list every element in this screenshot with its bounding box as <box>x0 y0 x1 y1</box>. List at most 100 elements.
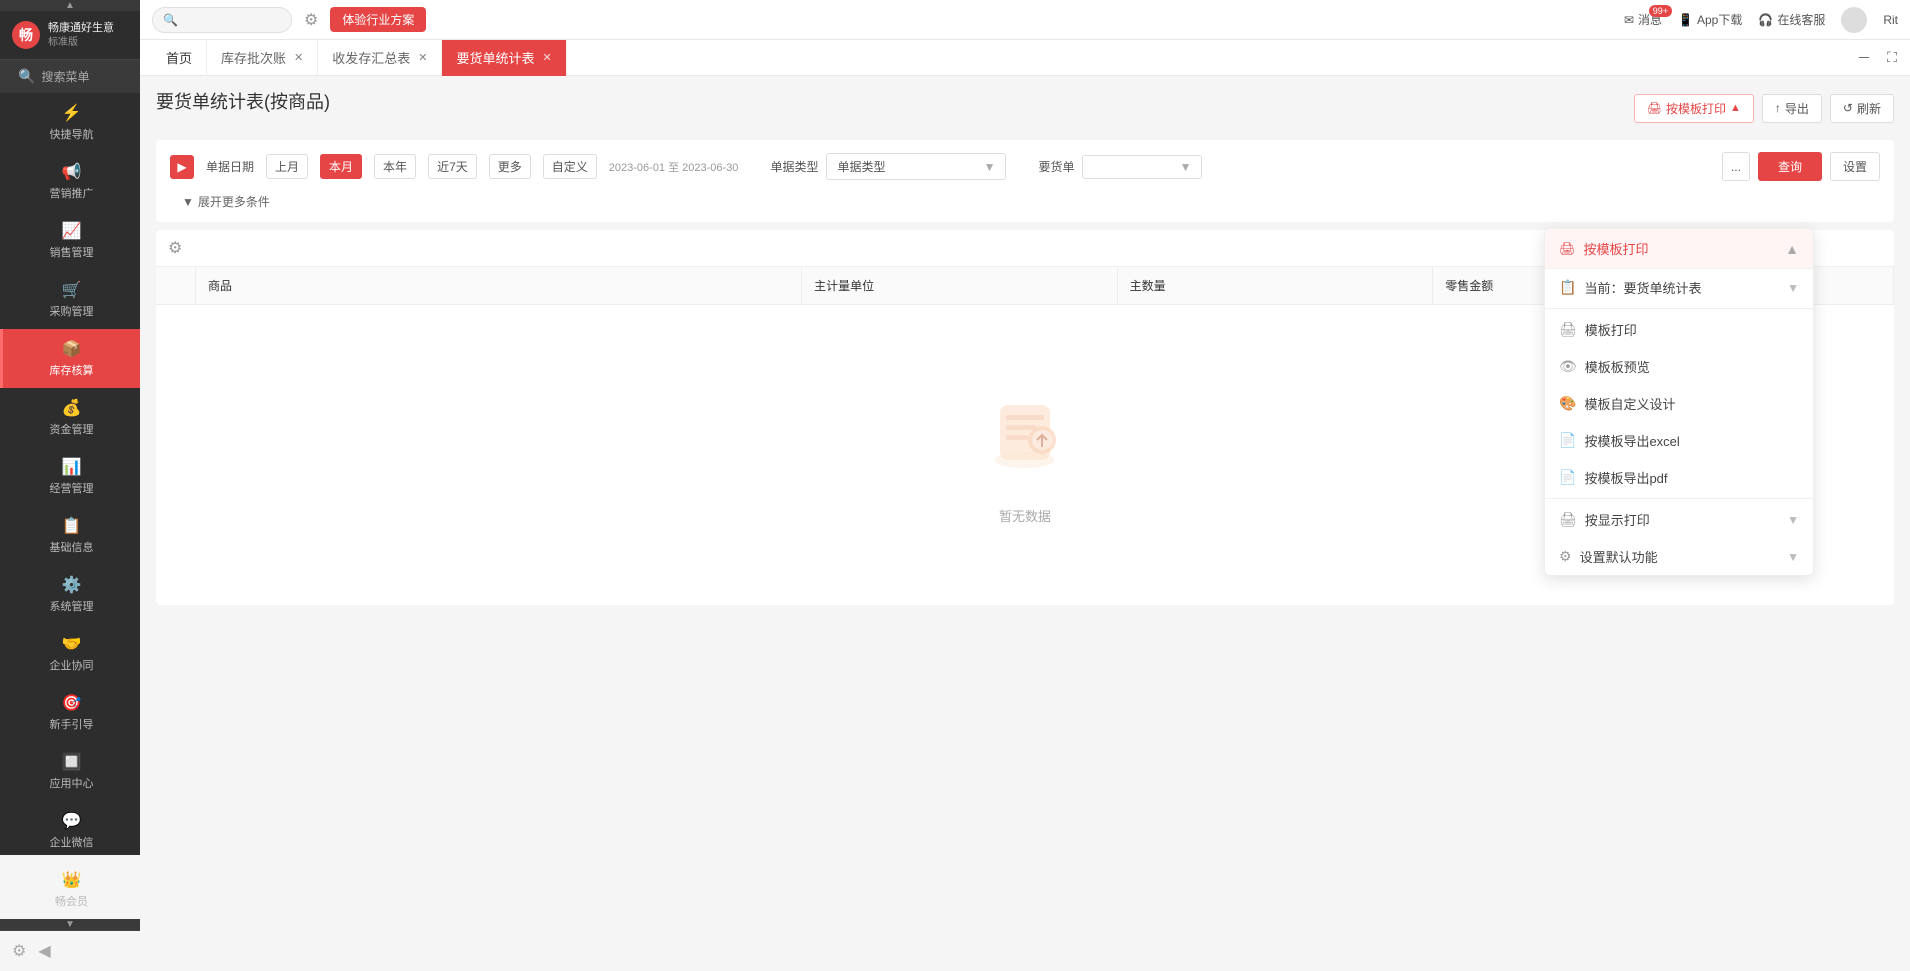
order-type-select[interactable]: 单据类型 ▼ <box>826 153 1006 180</box>
sidebar-item-purchase[interactable]: 🛒 采购管理 <box>0 270 140 329</box>
sidebar-item-apps[interactable]: 🔲 应用中心 <box>0 742 140 801</box>
current-template-icon: 📋 <box>1559 279 1576 296</box>
default-func-icon: ⚙ <box>1559 548 1572 565</box>
template-pdf-icon: 📄 <box>1559 469 1576 486</box>
topbar-gear-icon[interactable]: ⚙ <box>304 10 318 30</box>
dropdown-item-template-print[interactable]: 🖨 模板打印 <box>1545 311 1813 348</box>
dropdown-item-template-excel[interactable]: 📄 按模板导出excel <box>1545 422 1813 459</box>
filter-expand-icon[interactable]: ▶ <box>170 155 194 179</box>
content-area: 要货单统计表(按商品) 🖨 按模板打印 ▲ ↑ 导出 ↺ 刷新 <box>140 76 1910 855</box>
sidebar-item-system[interactable]: ⚙️ 系统管理 <box>0 565 140 624</box>
trial-button[interactable]: 体验行业方案 <box>330 7 426 32</box>
date-btn-7days[interactable]: 近7天 <box>428 154 477 179</box>
display-print-left: 🖨 按显示打印 <box>1559 510 1650 529</box>
filter-row-1: ▶ 单据日期 上月 本月 本年 近7天 更多 自定义 2023-06-01 至 … <box>170 152 1880 181</box>
dropdown-title: 🖨 按模板打印 <box>1559 239 1649 258</box>
operation-icon: 📊 <box>62 457 82 477</box>
topbar-right: ✉ 消息 99+ 📱 App下载 🎧 在线客服 Rit <box>1624 7 1898 33</box>
expand-icon: ▼ <box>182 195 194 209</box>
empty-text: 暂无数据 <box>999 506 1051 525</box>
order-goods-label: 要货单 <box>1038 158 1074 175</box>
print-button[interactable]: 🖨 按模板打印 ▲ <box>1634 94 1754 123</box>
setting-button[interactable]: 设置 <box>1830 152 1880 181</box>
username-label[interactable]: Rit <box>1883 13 1898 27</box>
tab-order-stats[interactable]: 要货单统计表 ✕ <box>442 40 566 76</box>
sidebar-item-finance[interactable]: 💰 资金管理 <box>0 388 140 447</box>
settings-bottom-icon[interactable]: ⚙ <box>12 941 26 961</box>
app-download-icon: 📱 <box>1678 13 1693 27</box>
sidebar-item-quick-nav[interactable]: ⚡ 快捷导航 <box>0 93 140 152</box>
dropdown-item-template-custom[interactable]: 🎨 模板自定义设计 <box>1545 385 1813 422</box>
tab-receipt-summary-close[interactable]: ✕ <box>418 51 427 64</box>
date-btn-this-month[interactable]: 本月 <box>320 154 362 179</box>
app-download-button[interactable]: 📱 App下载 <box>1678 11 1742 28</box>
sidebar-scroll-up[interactable]: ▲ <box>0 0 140 11</box>
sidebar-scroll-down[interactable]: ▼ <box>0 919 140 930</box>
date-btn-custom[interactable]: 自定义 <box>543 154 597 179</box>
dropdown-close-icon[interactable]: ▲ <box>1785 241 1799 257</box>
order-type-label: 单据类型 <box>770 158 818 175</box>
sidebar-search[interactable]: 🔍 搜索菜单 <box>0 60 140 93</box>
page-title: 要货单统计表(按商品) <box>156 88 330 114</box>
window-controls: － ⛶ <box>1854 48 1910 68</box>
display-print-arrow: ▼ <box>1787 513 1799 527</box>
template-pdf-left: 📄 按模板导出pdf <box>1559 468 1668 487</box>
tab-order-stats-close[interactable]: ✕ <box>543 51 552 64</box>
topbar-search[interactable]: 🔍 <box>152 7 292 33</box>
dropdown-item-template-pdf[interactable]: 📄 按模板导出pdf <box>1545 459 1813 496</box>
online-service-button[interactable]: 🎧 在线客服 <box>1758 11 1825 28</box>
wechat-icon: 💬 <box>62 811 82 831</box>
dropdown-item-template-preview[interactable]: 👁 模板板预览 <box>1545 348 1813 385</box>
sidebar-item-marketing[interactable]: 📢 营销推广 <box>0 152 140 211</box>
filter-section: ▶ 单据日期 上月 本月 本年 近7天 更多 自定义 2023-06-01 至 … <box>156 140 1894 222</box>
sidebar-item-operation[interactable]: 📊 经营管理 <box>0 447 140 506</box>
dropdown-item-default-func[interactable]: ⚙ 设置默认功能 ▼ <box>1545 538 1813 575</box>
date-btn-more[interactable]: 更多 <box>489 154 531 179</box>
refresh-button[interactable]: ↺ 刷新 <box>1830 94 1894 123</box>
date-btn-last-month[interactable]: 上月 <box>266 154 308 179</box>
sidebar-item-wechat[interactable]: 💬 企业微信 <box>0 801 140 860</box>
apps-icon: 🔲 <box>62 752 82 772</box>
template-custom-left: 🎨 模板自定义设计 <box>1559 394 1675 413</box>
sidebar-item-guide[interactable]: 🎯 新手引导 <box>0 683 140 742</box>
message-button[interactable]: ✉ 消息 99+ <box>1624 11 1662 28</box>
dropdown-current-template[interactable]: 📋 当前：要货单统计表 ▼ <box>1545 269 1813 306</box>
guide-icon: 🎯 <box>62 693 82 713</box>
search-icon: 🔍 <box>163 13 178 27</box>
sales-icon: 📈 <box>62 221 82 241</box>
date-btn-this-year[interactable]: 本年 <box>374 154 416 179</box>
print-dropdown-arrow: ▲ <box>1730 102 1741 114</box>
main-area: 🔍 ⚙ 体验行业方案 ✉ 消息 99+ 📱 App下载 🎧 在线客服 Rit 首… <box>140 0 1910 855</box>
collab-icon: 🤝 <box>62 634 82 654</box>
export-button[interactable]: ↑ 导出 <box>1762 94 1822 123</box>
order-goods-select[interactable]: ▼ <box>1082 155 1202 179</box>
th-unit: 主计量单位 <box>802 267 1118 304</box>
tab-batch-account[interactable]: 库存批次账 ✕ <box>207 40 318 76</box>
app-logo-icon: 畅 <box>12 21 40 49</box>
expand-more-conditions[interactable]: ▼ 展开更多条件 <box>170 189 282 214</box>
member-icon: 👑 <box>62 870 82 890</box>
template-preview-icon: 👁 <box>1559 358 1577 375</box>
user-avatar[interactable] <box>1841 7 1867 33</box>
tab-home[interactable]: 首页 <box>152 40 207 76</box>
dropdown-item-display-print[interactable]: 🖨 按显示打印 ▼ <box>1545 501 1813 538</box>
default-func-left: ⚙ 设置默认功能 <box>1559 547 1658 566</box>
table-settings-icon[interactable]: ⚙ <box>168 238 182 258</box>
tab-batch-account-close[interactable]: ✕ <box>294 51 303 64</box>
message-icon: ✉ <box>1624 13 1634 27</box>
window-minimize-icon[interactable]: － <box>1854 48 1874 68</box>
sidebar-item-sales[interactable]: 📈 销售管理 <box>0 211 140 270</box>
display-print-icon: 🖨 <box>1559 511 1577 528</box>
sidebar-item-basic[interactable]: 📋 基础信息 <box>0 506 140 565</box>
query-button[interactable]: 查询 <box>1758 152 1822 181</box>
sidebar-item-inventory[interactable]: 📦 库存核算 <box>0 329 140 388</box>
default-func-arrow: ▼ <box>1787 550 1799 564</box>
divider-2 <box>1545 498 1813 499</box>
template-print-icon: 🖨 <box>1559 321 1577 338</box>
sidebar-item-member[interactable]: 👑 畅会员 <box>0 860 140 919</box>
window-maximize-icon[interactable]: ⛶ <box>1882 48 1902 68</box>
collapse-sidebar-icon[interactable]: ◀ <box>38 941 50 961</box>
tab-receipt-summary[interactable]: 收发存汇总表 ✕ <box>318 40 442 76</box>
sidebar-item-collab[interactable]: 🤝 企业协同 <box>0 624 140 683</box>
more-options-button[interactable]: ... <box>1722 152 1750 181</box>
